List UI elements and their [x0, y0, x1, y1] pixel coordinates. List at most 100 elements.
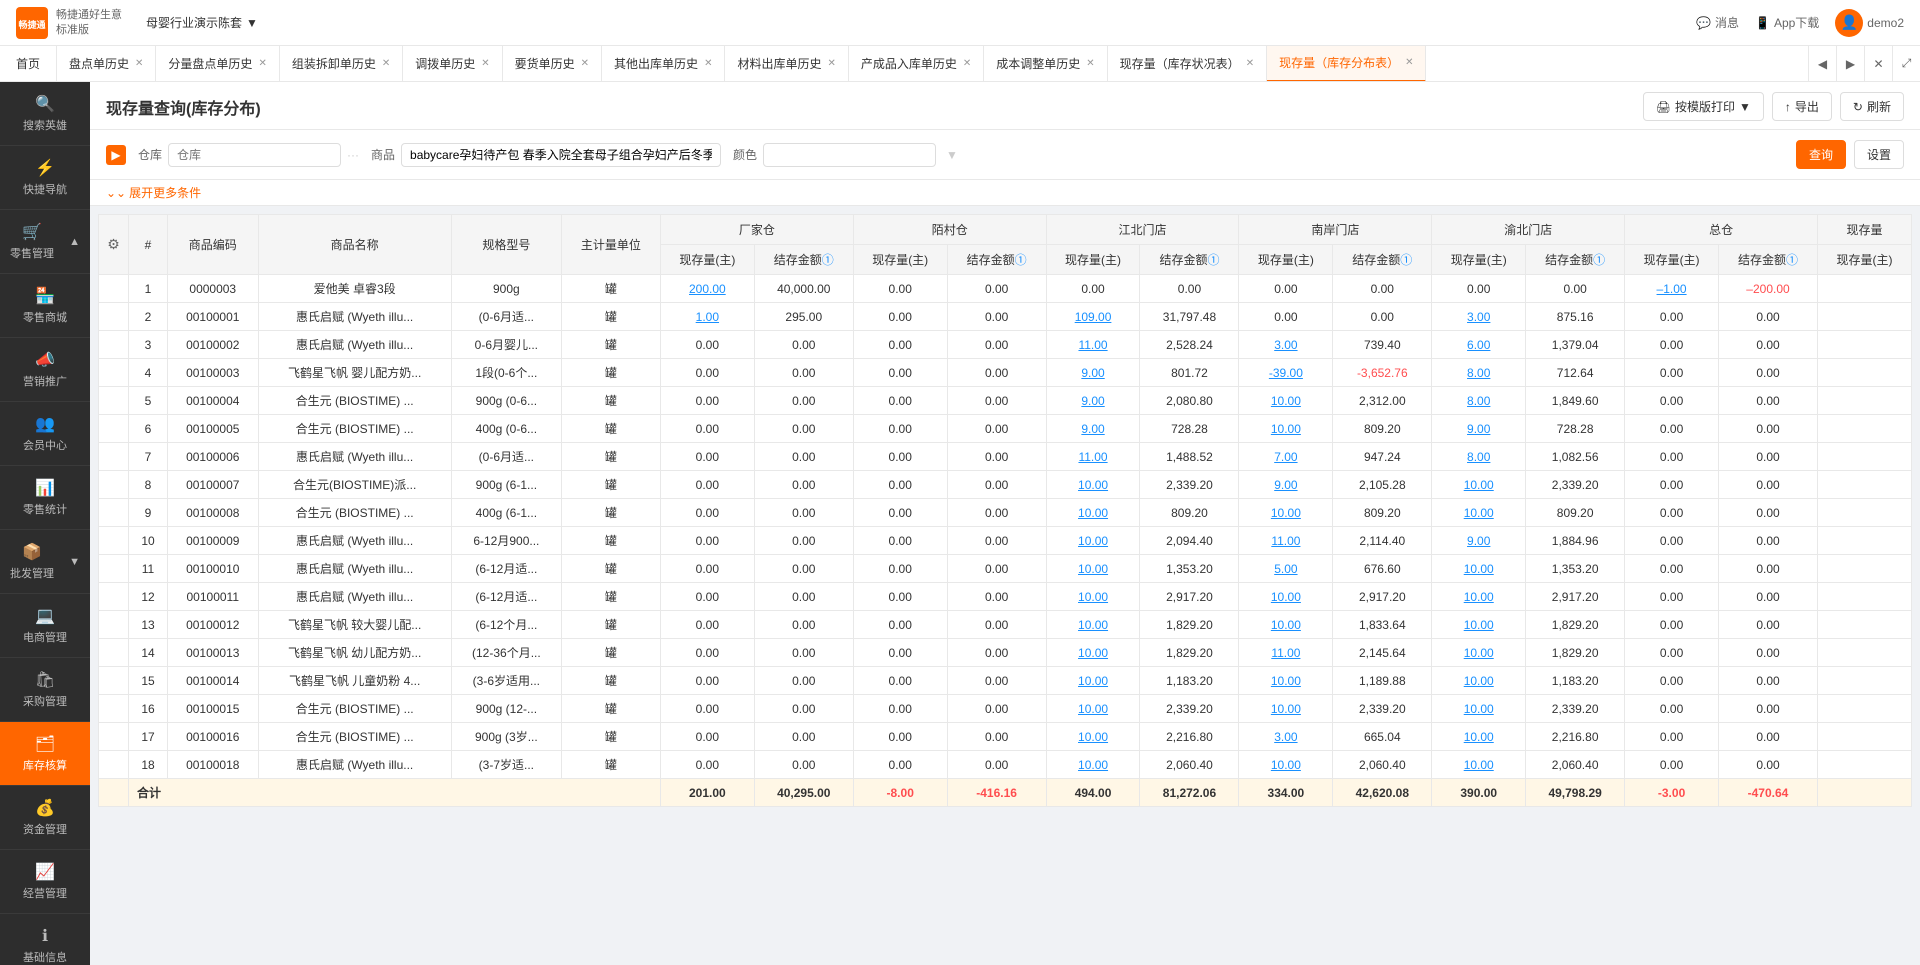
- search-icon: 🔍: [8, 94, 82, 114]
- nav-close-all-btn[interactable]: ✕: [1864, 46, 1892, 82]
- settings-btn[interactable]: 设置: [1854, 140, 1904, 169]
- print-btn[interactable]: 🖨 按模版打印 ▼: [1643, 92, 1764, 121]
- expand-conditions-btn[interactable]: ⌄⌄ 展开更多条件: [106, 184, 201, 201]
- close-tab-stock-single[interactable]: ✕: [135, 58, 143, 69]
- tab-request-single[interactable]: 要货单历史 ✕: [503, 46, 602, 82]
- th-yubei-store: 渝北门店: [1432, 215, 1625, 245]
- warehouse-search: 仓库 ···: [138, 143, 359, 167]
- tab-stock-dist[interactable]: 现存量（库存分布表） ✕: [1267, 46, 1426, 82]
- color-dropdown-icon[interactable]: ▼: [946, 148, 958, 162]
- app-download-btn[interactable]: 📱 App下载: [1755, 14, 1819, 31]
- sidebar-item-search[interactable]: 🔍 搜索英雄: [0, 82, 90, 146]
- sidebar-item-wholesale[interactable]: 📦 批发管理 ▼: [0, 530, 90, 594]
- th-mocun-warehouse: 陌村仓: [853, 215, 1046, 245]
- th-code: 商品编码: [168, 215, 258, 275]
- sidebar-item-operations[interactable]: 📈 经营管理: [0, 850, 90, 914]
- sidebar-item-member[interactable]: 👥 会员中心: [0, 402, 90, 466]
- th-factory-qty: 现存量(主): [660, 245, 754, 275]
- warehouse-more-btn[interactable]: ···: [347, 148, 359, 162]
- close-tab-split-stock[interactable]: ✕: [258, 58, 266, 69]
- close-tab-product-in[interactable]: ✕: [963, 58, 971, 69]
- refresh-icon: ↻: [1853, 100, 1863, 114]
- search-btn[interactable]: 查询: [1796, 140, 1846, 169]
- close-tab-stock-dist[interactable]: ✕: [1405, 57, 1413, 68]
- finance-icon: 💰: [8, 798, 82, 818]
- tab-stock-single[interactable]: 盘点单历史 ✕: [57, 46, 156, 82]
- expand-bar: ⌄⌄ 展开更多条件: [90, 180, 1920, 206]
- close-tab-request-single[interactable]: ✕: [581, 58, 589, 69]
- table-container[interactable]: ⚙ # 商品编码 商品名称 规格型号 主计量单位 厂家仓 陌村仓 江北门店 南岸…: [90, 206, 1920, 965]
- nav-controls: ◀ ▶ ✕ ⤢: [1808, 46, 1920, 82]
- table-row: 200100001惠氏启赋 (Wyeth illu...(0-6月适...罐1.…: [99, 303, 1912, 331]
- table-row: 1500100014飞鹤星飞帆 儿童奶粉 4...(3-6岁适用...罐0.00…: [99, 667, 1912, 695]
- retailmall-icon: 🏪: [8, 286, 82, 306]
- nav-next-btn[interactable]: ▶: [1836, 46, 1864, 82]
- quicknav-icon: ⚡: [8, 158, 82, 178]
- retail-expand-icon: ▲: [69, 236, 80, 248]
- close-tab-group-disassemble[interactable]: ✕: [382, 58, 390, 69]
- gear-icon[interactable]: ⚙: [107, 236, 120, 252]
- sidebar-item-retail[interactable]: 🛒 零售管理 ▲: [0, 210, 90, 274]
- sidebar-item-retailstats[interactable]: 📊 零售统计: [0, 466, 90, 530]
- chevron-down-icon: ⌄⌄: [106, 186, 126, 200]
- sidebar-item-ecommerce[interactable]: 💻 电商管理: [0, 594, 90, 658]
- content-area: 现存量查询(库存分布) 🖨 按模版打印 ▼ ↑ 导出 ↻ 刷新: [90, 82, 1920, 965]
- color-input[interactable]: [763, 143, 936, 167]
- tab-product-in[interactable]: 产成品入库单历史 ✕: [849, 46, 984, 82]
- nav-prev-btn[interactable]: ◀: [1808, 46, 1836, 82]
- th-yubei-amt: 结存金额①: [1526, 245, 1625, 275]
- wholesale-expand-icon: ▼: [69, 556, 80, 568]
- tab-cost-adjust[interactable]: 成本调整单历史 ✕: [984, 46, 1107, 82]
- th-jiangbei-store: 江北门店: [1046, 215, 1239, 245]
- sidebar-item-inventory[interactable]: 🗂 库存核算: [0, 722, 90, 786]
- collapse-arrow[interactable]: ▶: [106, 145, 126, 165]
- close-tab-other-out[interactable]: ✕: [704, 58, 712, 69]
- basics-icon: ℹ: [8, 926, 82, 946]
- logo-line1: 畅捷通好生意: [56, 8, 122, 22]
- print-dropdown-icon: ▼: [1739, 100, 1751, 114]
- user-menu[interactable]: 👤 demo2: [1835, 9, 1904, 37]
- operations-icon: 📈: [8, 862, 82, 882]
- sidebar-item-marketing[interactable]: 📣 营销推广: [0, 338, 90, 402]
- tab-material-out[interactable]: 材料出库单历史 ✕: [725, 46, 848, 82]
- tab-adjust-single[interactable]: 调拨单历史 ✕: [403, 46, 502, 82]
- inventory-icon: 🗂: [8, 734, 82, 754]
- tab-group-disassemble[interactable]: 组装拆卸单历史 ✕: [280, 46, 403, 82]
- close-tab-material-out[interactable]: ✕: [827, 58, 835, 69]
- nav-expand-btn[interactable]: ⤢: [1892, 46, 1920, 82]
- th-jiangbei-qty: 现存量(主): [1046, 245, 1140, 275]
- table-row: 1000100009惠氏启赋 (Wyeth illu...6-12月900...…: [99, 527, 1912, 555]
- warehouse-input[interactable]: [168, 143, 341, 167]
- sidebar-item-quicknav[interactable]: ⚡ 快捷导航: [0, 146, 90, 210]
- table-row: 800100007合生元(BIOSTIME)派...900g (6-1...罐0…: [99, 471, 1912, 499]
- refresh-btn[interactable]: ↻ 刷新: [1840, 92, 1904, 121]
- product-search: 商品: [371, 143, 721, 167]
- top-right: 💬 消息 📱 App下载 👤 demo2: [1696, 9, 1904, 37]
- messages-btn[interactable]: 💬 消息: [1696, 14, 1739, 31]
- th-nanan-store: 南岸门店: [1239, 215, 1432, 245]
- sidebar-item-purchase[interactable]: 🛍 采购管理: [0, 658, 90, 722]
- tab-split-stock[interactable]: 分量盘点单历史 ✕: [156, 46, 279, 82]
- table-row: 600100005合生元 (BIOSTIME) ...400g (0-6...罐…: [99, 415, 1912, 443]
- tab-other-out[interactable]: 其他出库单历史 ✕: [602, 46, 725, 82]
- sidebar-item-retailmall[interactable]: 🏪 零售商城: [0, 274, 90, 338]
- th-name: 商品名称: [258, 215, 451, 275]
- data-table: ⚙ # 商品编码 商品名称 规格型号 主计量单位 厂家仓 陌村仓 江北门店 南岸…: [98, 214, 1912, 807]
- close-tab-adjust-single[interactable]: ✕: [481, 58, 489, 69]
- sidebar-item-basics[interactable]: ℹ 基础信息: [0, 914, 90, 965]
- sidebar-item-finance[interactable]: 💰 资金管理: [0, 786, 90, 850]
- th-index: #: [129, 215, 168, 275]
- table-row: 400100003飞鹤星飞帆 婴儿配方奶...1段(0-6个...罐0.000.…: [99, 359, 1912, 387]
- close-tab-stock-status[interactable]: ✕: [1246, 58, 1254, 69]
- search-bar: ▶ 仓库 ··· 商品 颜色 ▼ 查询 设置: [90, 130, 1920, 180]
- export-btn[interactable]: ↑ 导出: [1772, 92, 1832, 121]
- close-tab-cost-adjust[interactable]: ✕: [1086, 58, 1094, 69]
- tab-stock-status[interactable]: 现存量（库存状况表） ✕: [1108, 46, 1267, 82]
- th-settings: ⚙: [99, 215, 129, 275]
- tab-home[interactable]: 首页: [0, 46, 57, 82]
- retail-icon: 🛒: [22, 222, 42, 242]
- th-nanan-amt: 结存金额①: [1333, 245, 1432, 275]
- th-unit: 主计量单位: [561, 215, 660, 275]
- industry-selector[interactable]: 母婴行业演示陈套 ▼: [146, 14, 258, 31]
- product-input[interactable]: [401, 143, 721, 167]
